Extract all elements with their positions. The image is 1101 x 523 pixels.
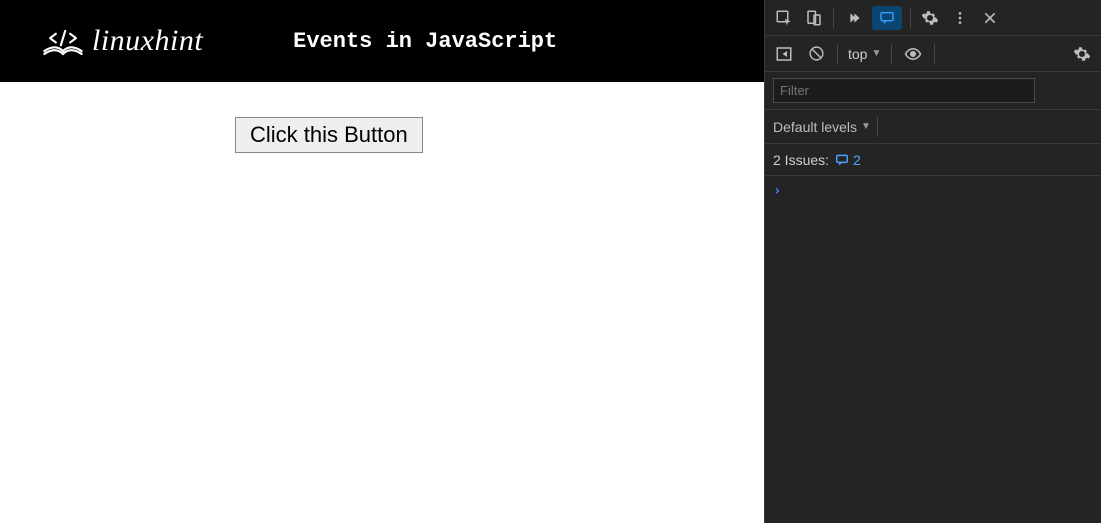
console-sidebar-toggle-icon[interactable]	[773, 43, 795, 65]
clear-console-icon[interactable]	[805, 43, 827, 65]
book-code-icon	[40, 18, 86, 64]
console-settings-icon[interactable]	[1071, 43, 1093, 65]
levels-label: Default levels	[773, 119, 857, 135]
logo-text: linuxhint	[92, 24, 203, 58]
message-icon	[835, 153, 849, 167]
page-header: linuxhint Events in JavaScript	[0, 0, 764, 82]
devtools-panel: top ▼ Default levels ▼	[764, 0, 1101, 523]
issues-label: 2 Issues:	[773, 152, 829, 168]
separator	[833, 8, 834, 28]
issues-count: 2	[853, 152, 861, 168]
settings-icon[interactable]	[919, 7, 941, 29]
inspect-element-icon[interactable]	[773, 7, 795, 29]
separator	[877, 117, 878, 137]
separator	[891, 44, 892, 64]
issues-chip: 2	[835, 152, 861, 168]
devtools-tabbar	[765, 0, 1101, 36]
log-levels-selector[interactable]: Default levels ▼	[773, 119, 871, 135]
separator	[837, 44, 838, 64]
message-icon	[879, 10, 895, 26]
context-label: top	[848, 46, 867, 62]
issues-row[interactable]: 2 Issues: 2	[765, 144, 1101, 176]
console-prompt: ›	[773, 183, 781, 199]
console-toolbar: top ▼	[765, 36, 1101, 72]
levels-row: Default levels ▼	[765, 110, 1101, 144]
chevron-down-icon: ▼	[861, 121, 871, 132]
chevron-down-icon: ▼	[871, 48, 881, 59]
filter-input[interactable]	[773, 78, 1035, 103]
more-tabs-icon[interactable]	[842, 7, 864, 29]
site-logo: linuxhint	[40, 18, 203, 64]
context-selector[interactable]: top ▼	[848, 46, 881, 62]
kebab-menu-icon[interactable]	[949, 7, 971, 29]
page-title: Events in JavaScript	[293, 29, 557, 54]
console-tab[interactable]	[872, 6, 902, 30]
separator	[934, 44, 935, 64]
close-icon[interactable]	[979, 7, 1001, 29]
filter-row	[765, 72, 1101, 110]
separator	[910, 8, 911, 28]
page-area: linuxhint Events in JavaScript Click thi…	[0, 0, 764, 523]
click-this-button[interactable]: Click this Button	[235, 117, 423, 153]
device-toggle-icon[interactable]	[803, 7, 825, 29]
live-expression-icon[interactable]	[902, 43, 924, 65]
console-output[interactable]: ›	[765, 176, 1101, 523]
page-content: Click this Button	[0, 82, 764, 523]
